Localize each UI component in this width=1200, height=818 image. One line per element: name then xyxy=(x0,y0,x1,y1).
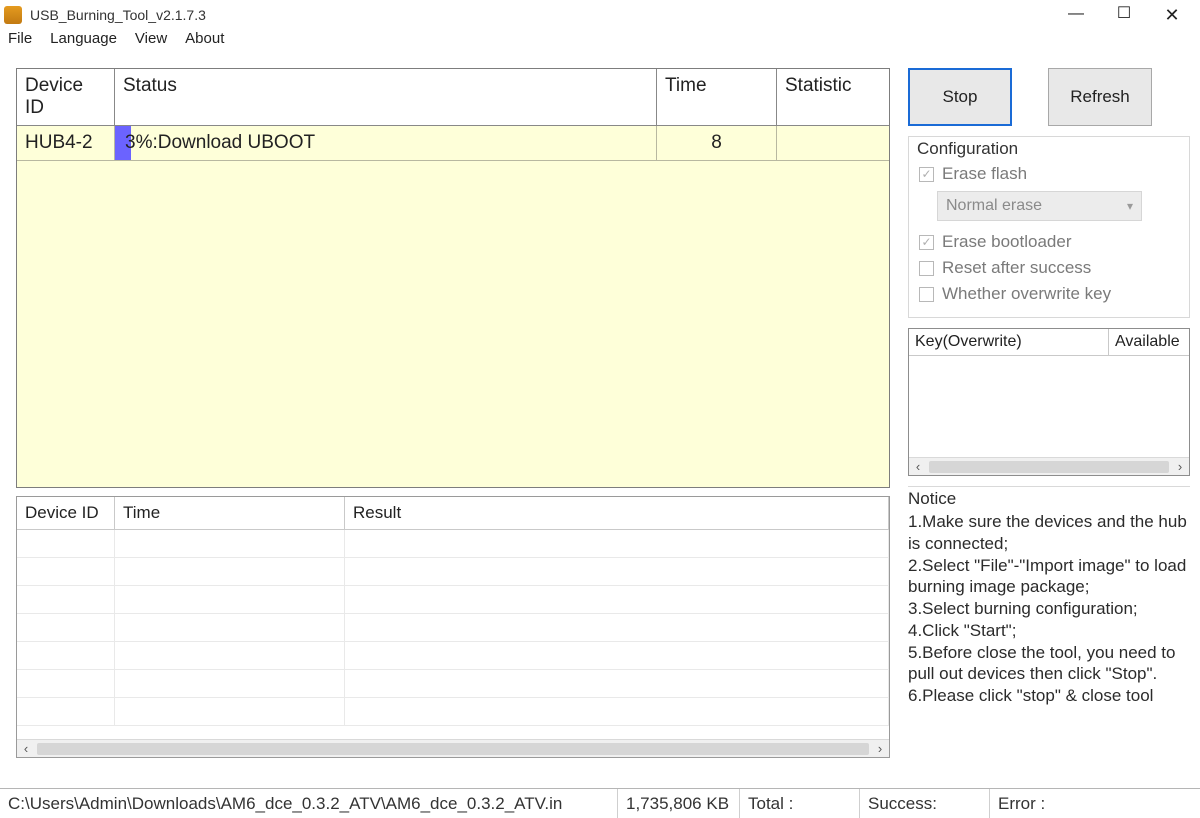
configuration-panel: Configuration Erase flash Normal erase ▾… xyxy=(908,136,1190,318)
erase-flash-checkbox[interactable] xyxy=(919,167,934,182)
menu-about[interactable]: About xyxy=(185,30,224,47)
status-text: 3%:Download UBOOT xyxy=(123,132,315,153)
window-title: USB_Burning_Tool_v2.1.7.3 xyxy=(30,7,206,23)
maximize-button[interactable]: ☐ xyxy=(1112,6,1136,24)
col-time-2[interactable]: Time xyxy=(115,497,345,530)
status-error: Error : xyxy=(990,789,1200,818)
chevron-right-icon[interactable]: › xyxy=(1171,459,1189,474)
table-row[interactable]: HUB4-2 3%:Download UBOOT 8 xyxy=(17,126,889,161)
erase-flash-label: Erase flash xyxy=(942,164,1027,184)
key-scrollbar[interactable]: ‹ › xyxy=(909,457,1189,475)
menu-file[interactable]: File xyxy=(8,30,32,47)
reset-after-checkbox[interactable] xyxy=(919,261,934,276)
col-status[interactable]: Status xyxy=(115,69,657,126)
refresh-button[interactable]: Refresh xyxy=(1048,68,1152,126)
chevron-left-icon[interactable]: ‹ xyxy=(909,459,927,474)
erase-mode-select[interactable]: Normal erase ▾ xyxy=(937,191,1142,221)
notice-panel: Notice 1.Make sure the devices and the h… xyxy=(908,486,1190,707)
chevron-down-icon: ▾ xyxy=(1127,199,1133,213)
config-title: Configuration xyxy=(917,139,1181,159)
status-success: Success: xyxy=(860,789,990,818)
result-table: Device ID Time Result ‹ › xyxy=(16,496,890,758)
progress-table: Device ID Status Time Statistic HUB4-2 3… xyxy=(16,68,890,488)
result-scrollbar[interactable]: ‹ › xyxy=(17,739,889,757)
close-button[interactable]: ✕ xyxy=(1160,6,1184,24)
col-key[interactable]: Key(Overwrite) xyxy=(909,329,1109,356)
erase-mode-value: Normal erase xyxy=(946,197,1042,215)
col-result[interactable]: Result xyxy=(345,497,889,530)
col-device-id[interactable]: Device ID xyxy=(17,69,115,126)
title-bar: USB_Burning_Tool_v2.1.7.3 — ☐ ✕ xyxy=(0,0,1200,30)
erase-bootloader-label: Erase bootloader xyxy=(942,232,1071,252)
cell-stat xyxy=(777,126,889,160)
menu-bar: File Language View About xyxy=(0,30,1200,54)
cell-status: 3%:Download UBOOT xyxy=(115,126,657,160)
chevron-left-icon[interactable]: ‹ xyxy=(17,741,35,756)
erase-bootloader-checkbox[interactable] xyxy=(919,235,934,250)
col-statistic[interactable]: Statistic xyxy=(777,69,889,126)
scroll-thumb[interactable] xyxy=(929,461,1169,473)
status-total: Total : xyxy=(740,789,860,818)
chevron-right-icon[interactable]: › xyxy=(871,741,889,756)
col-time[interactable]: Time xyxy=(657,69,777,126)
col-available[interactable]: Available xyxy=(1109,329,1189,356)
notice-title: Notice xyxy=(908,489,1190,509)
status-path: C:\Users\Admin\Downloads\AM6_dce_0.3.2_A… xyxy=(0,789,618,818)
overwrite-key-checkbox[interactable] xyxy=(919,287,934,302)
overwrite-key-label: Whether overwrite key xyxy=(942,284,1111,304)
status-size: 1,735,806 KB xyxy=(618,789,740,818)
key-table: Key(Overwrite) Available ‹ › xyxy=(908,328,1190,476)
stop-button[interactable]: Stop xyxy=(908,68,1012,126)
status-bar: C:\Users\Admin\Downloads\AM6_dce_0.3.2_A… xyxy=(0,788,1200,818)
minimize-button[interactable]: — xyxy=(1064,6,1088,24)
app-icon xyxy=(4,6,22,24)
scroll-thumb[interactable] xyxy=(37,743,869,755)
col-device-id-2[interactable]: Device ID xyxy=(17,497,115,530)
cell-device-id: HUB4-2 xyxy=(17,126,115,160)
menu-language[interactable]: Language xyxy=(50,30,117,47)
menu-view[interactable]: View xyxy=(135,30,167,47)
reset-after-label: Reset after success xyxy=(942,258,1091,278)
notice-text: 1.Make sure the devices and the hub is c… xyxy=(908,511,1190,707)
cell-time: 8 xyxy=(657,126,777,160)
